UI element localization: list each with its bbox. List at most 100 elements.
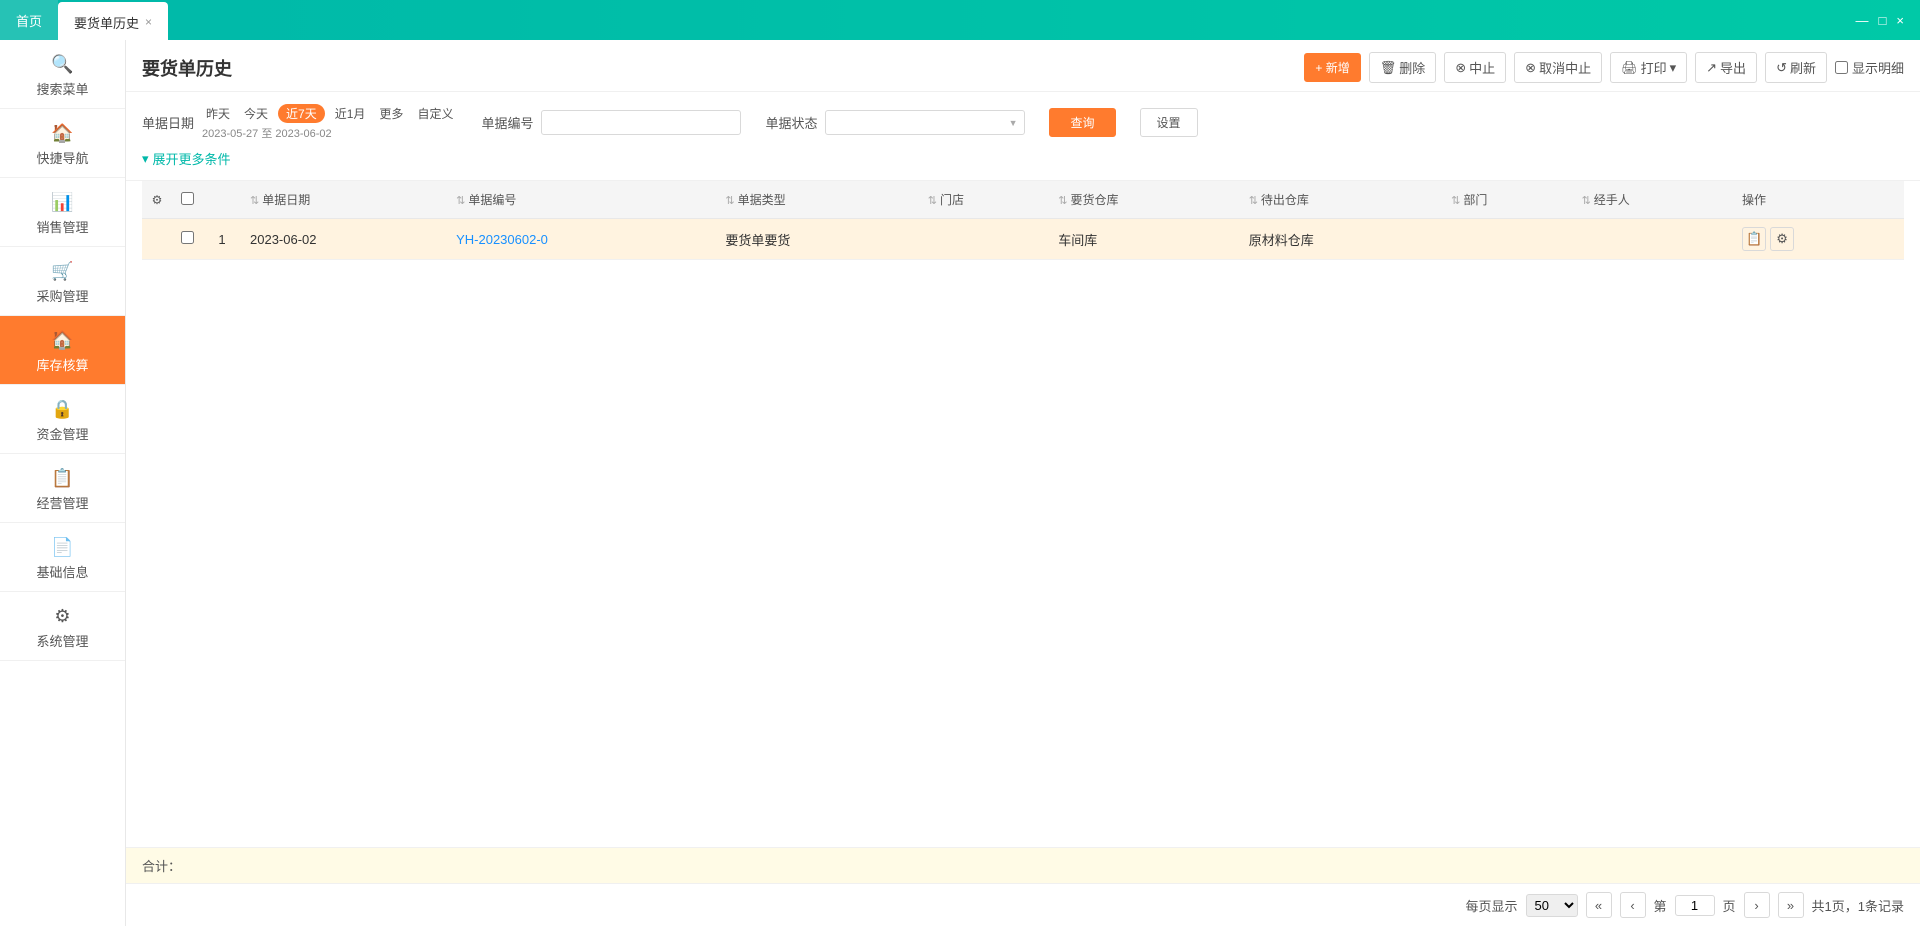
- row-edit-icon[interactable]: 📋: [1742, 227, 1766, 251]
- top-bar-right: — □ ×: [1856, 13, 1920, 28]
- row-doctype: 要货单要货: [717, 219, 919, 260]
- purchase-icon: 🛒: [51, 261, 73, 282]
- row-checkbox[interactable]: [181, 231, 194, 244]
- cancel-stop-label: 取消中止: [1539, 58, 1591, 77]
- next-page-btn[interactable]: ›: [1744, 892, 1770, 918]
- date-tab-yesterday[interactable]: 昨天: [202, 104, 234, 123]
- col-req-warehouse[interactable]: 要货仓库: [1050, 181, 1240, 219]
- cancel-stop-icon: ⊗: [1525, 60, 1536, 76]
- window-maximize-btn[interactable]: □: [1879, 13, 1887, 28]
- action-btns: 📋 ⚙: [1742, 227, 1896, 251]
- table-footer: 合计：: [126, 847, 1920, 883]
- content-area: 要货单历史 + 新增 🗑 删除 ⊗ 中止 ⊗ 取消中止 🖨 打印: [126, 40, 1920, 926]
- col-pending-warehouse[interactable]: 待出仓库: [1241, 181, 1443, 219]
- date-tab-7days[interactable]: 近7天: [278, 104, 325, 123]
- top-bar: 首页 要货单历史 × — □ ×: [0, 0, 1920, 40]
- sidebar-item-basic[interactable]: 📄 基础信息: [0, 523, 125, 592]
- basic-icon: 📄: [51, 537, 73, 558]
- expand-more-icon: ▾: [142, 151, 149, 167]
- display-detail-checkbox-wrap[interactable]: 显示明细: [1835, 58, 1904, 77]
- row-docno: YH-20230602-0: [448, 219, 717, 260]
- sidebar-item-basic-label: 基础信息: [36, 562, 88, 581]
- display-detail-checkbox[interactable]: [1835, 61, 1848, 74]
- sidebar-item-finance-label: 资金管理: [36, 424, 88, 443]
- tab-history[interactable]: 要货单历史 ×: [58, 2, 168, 42]
- col-doctype[interactable]: 单据类型: [717, 181, 919, 219]
- data-table: ⚙ 单据日期 单据编号 单据类型 门店 要货仓库 待出仓库 部门 经手人 操: [142, 181, 1904, 260]
- row-num: 1: [202, 219, 242, 260]
- display-detail-label: 显示明细: [1852, 58, 1904, 77]
- search-icon: 🔍: [51, 54, 73, 75]
- docno-input[interactable]: [541, 110, 741, 135]
- date-filter-tabs: 昨天 今天 近7天 近1月 更多 自定义: [202, 104, 457, 123]
- per-page-label: 每页显示: [1465, 896, 1517, 915]
- date-tab-more[interactable]: 更多: [375, 104, 407, 123]
- sidebar-item-search-label: 搜索菜单: [36, 79, 88, 98]
- window-minimize-btn[interactable]: —: [1856, 13, 1869, 28]
- export-button[interactable]: ↗ 导出: [1695, 52, 1757, 83]
- top-tabs: 首页 要货单历史 ×: [0, 0, 1856, 40]
- home-icon: 🏠: [51, 123, 73, 144]
- sidebar-item-sales[interactable]: 📊 销售管理: [0, 178, 125, 247]
- print-icon: 🖨: [1621, 60, 1638, 76]
- sidebar-item-quicknav[interactable]: 🏠 快捷导航: [0, 109, 125, 178]
- page-input[interactable]: [1675, 895, 1715, 916]
- tab-home[interactable]: 首页: [0, 0, 58, 40]
- col-handler[interactable]: 经手人: [1574, 181, 1734, 219]
- date-tab-custom[interactable]: 自定义: [413, 104, 457, 123]
- search-button[interactable]: 查询: [1049, 108, 1115, 137]
- row-dept: [1443, 219, 1573, 260]
- col-dept[interactable]: 部门: [1443, 181, 1573, 219]
- window-close-btn[interactable]: ×: [1896, 13, 1904, 28]
- delete-label: 删除: [1399, 58, 1425, 77]
- prev-page-btn[interactable]: ‹: [1620, 892, 1646, 918]
- sidebar-item-purchase[interactable]: 🛒 采购管理: [0, 247, 125, 316]
- page-unit: 页: [1723, 896, 1736, 915]
- export-label: 导出: [1720, 58, 1746, 77]
- print-button[interactable]: 🖨 打印 ▾: [1610, 52, 1687, 83]
- tab-close-icon[interactable]: ×: [145, 15, 152, 29]
- col-docno[interactable]: 单据编号: [448, 181, 717, 219]
- delete-icon: 🗑: [1380, 60, 1397, 76]
- status-label: 单据状态: [765, 113, 817, 132]
- sidebar-item-operation-label: 经营管理: [36, 493, 88, 512]
- first-page-btn[interactable]: «: [1586, 892, 1612, 918]
- sidebar-item-search[interactable]: 🔍 搜索菜单: [0, 40, 125, 109]
- docno-filter-group: 单据编号: [481, 110, 741, 135]
- per-page-select[interactable]: 20 50 100 200: [1526, 894, 1578, 917]
- new-button[interactable]: + 新增: [1304, 53, 1360, 82]
- table-body: 1 2023-06-02 YH-20230602-0 要货单要货 车间库 原材料…: [142, 219, 1904, 260]
- operation-icon: 📋: [51, 468, 73, 489]
- col-store[interactable]: 门店: [920, 181, 1050, 219]
- stop-button[interactable]: ⊗ 中止: [1444, 52, 1506, 83]
- table-header-row: ⚙ 单据日期 单据编号 单据类型 门店 要货仓库 待出仓库 部门 经手人 操: [142, 181, 1904, 219]
- sidebar-item-finance[interactable]: 🔒 资金管理: [0, 385, 125, 454]
- stop-icon: ⊗: [1455, 60, 1466, 76]
- table-head: ⚙ 单据日期 单据编号 单据类型 门店 要货仓库 待出仓库 部门 经手人 操: [142, 181, 1904, 219]
- total-info: 共1页，1条记录: [1812, 896, 1904, 915]
- delete-button[interactable]: 🗑 删除: [1369, 52, 1437, 83]
- col-action: 操作: [1734, 181, 1904, 219]
- sidebar-item-operation[interactable]: 📋 经营管理: [0, 454, 125, 523]
- sidebar-item-inventory[interactable]: 🏠 库存核算: [0, 316, 125, 385]
- row-docno-link[interactable]: YH-20230602-0: [456, 232, 548, 247]
- page-label: 第: [1654, 896, 1667, 915]
- expand-more[interactable]: ▾ 展开更多条件: [142, 149, 1904, 168]
- date-tab-1month[interactable]: 近1月: [331, 104, 370, 123]
- row-store: [920, 219, 1050, 260]
- col-settings[interactable]: ⚙: [142, 181, 172, 219]
- last-page-btn[interactable]: »: [1778, 892, 1804, 918]
- status-select[interactable]: [825, 110, 1025, 135]
- col-checkbox: [172, 181, 202, 219]
- sidebar-item-system[interactable]: ⚙ 系统管理: [0, 592, 125, 661]
- cancel-stop-button[interactable]: ⊗ 取消中止: [1514, 52, 1602, 83]
- col-date[interactable]: 单据日期: [242, 181, 448, 219]
- finance-icon: 🔒: [51, 399, 73, 420]
- filter-row: 单据日期 昨天 今天 近7天 近1月 更多 自定义 2023-05-27 至 2…: [142, 104, 1904, 141]
- refresh-button[interactable]: ↺ 刷新: [1765, 52, 1827, 83]
- settings-button[interactable]: 设置: [1140, 108, 1198, 137]
- row-detail-icon[interactable]: ⚙: [1770, 227, 1794, 251]
- expand-more-label: 展开更多条件: [153, 149, 231, 168]
- date-tab-today[interactable]: 今天: [240, 104, 272, 123]
- select-all-checkbox[interactable]: [181, 192, 194, 205]
